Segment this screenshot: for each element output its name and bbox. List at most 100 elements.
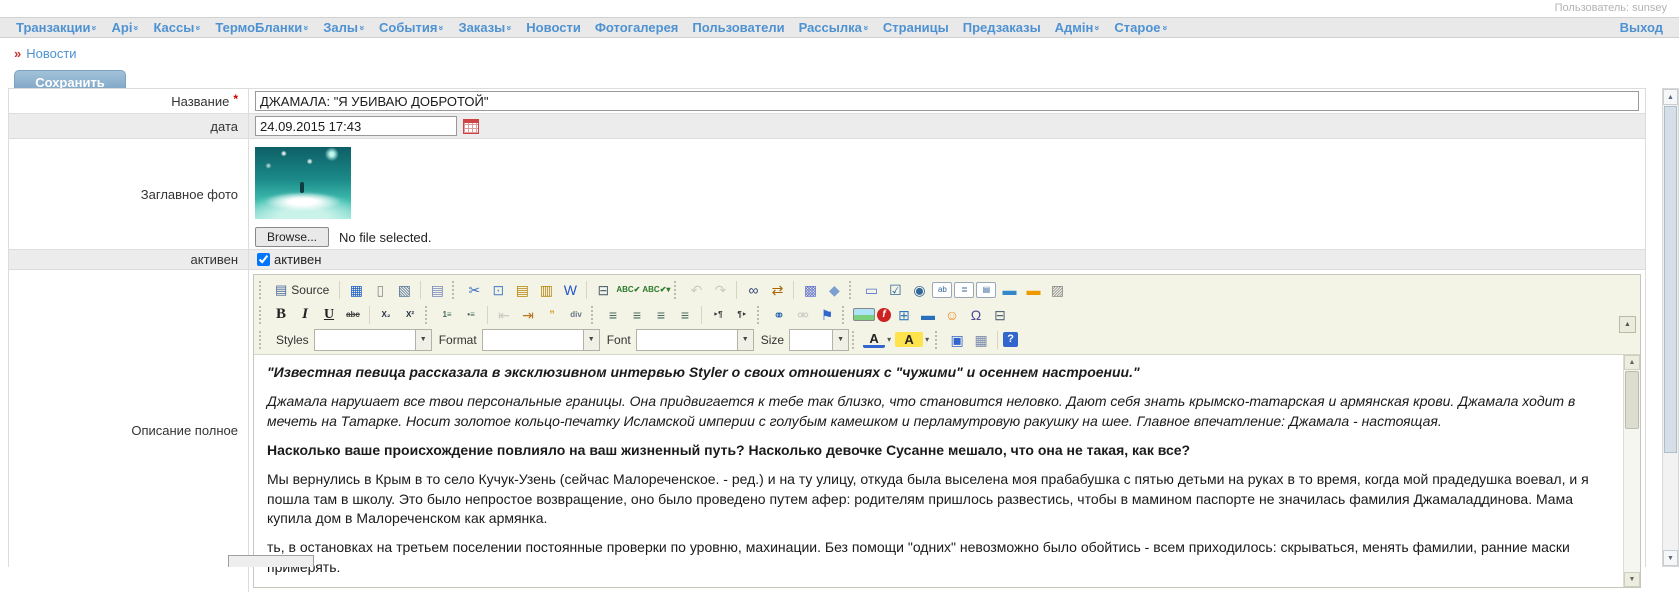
checkbox-field-button[interactable]: ☑ — [884, 280, 906, 300]
toolbar-grip — [259, 330, 264, 349]
align-right-button[interactable]: ≡ — [650, 305, 672, 325]
replace-button[interactable]: ⇄ — [766, 280, 788, 300]
subscript-button[interactable]: X₂ — [375, 305, 397, 325]
cut-button[interactable]: ✂ — [463, 280, 485, 300]
nav-item[interactable]: Новости — [526, 20, 581, 35]
source-button[interactable]: ▤ Source — [270, 279, 334, 301]
date-label: дата — [9, 114, 249, 138]
page-scroll-up-icon[interactable]: ▲ — [1663, 89, 1678, 105]
bold-button[interactable]: B — [270, 305, 292, 325]
spell-check-button[interactable]: ABC✔ — [616, 280, 640, 300]
breadcrumb-news-link[interactable]: Новости — [26, 46, 76, 61]
page-scrollbar-thumb[interactable] — [1664, 106, 1677, 453]
print-button[interactable]: ⊟ — [592, 280, 614, 300]
smiley-button[interactable]: ☺ — [941, 305, 963, 325]
strike-through-button[interactable]: abc — [342, 305, 364, 325]
textarea-field-button[interactable]: ≣ — [954, 281, 975, 298]
nav-item[interactable]: Залы» — [323, 20, 367, 35]
italic-button[interactable]: I — [294, 305, 316, 325]
editor-content-area[interactable]: "Известная певица рассказала в эксклюзив… — [254, 355, 1640, 587]
spell-check-as-you-type-button[interactable]: ABC✔▾ — [642, 280, 670, 300]
active-checkbox[interactable] — [257, 253, 270, 266]
anchor-button[interactable]: ⚑ — [816, 305, 838, 325]
editor-scrollbar-thumb[interactable] — [1625, 371, 1639, 429]
editor-scrollbar[interactable]: ▲ ▼ — [1623, 355, 1640, 587]
calendar-icon[interactable] — [463, 118, 479, 134]
nav-item[interactable]: Транзакции» — [16, 20, 100, 35]
nav-item[interactable]: Старое» — [1114, 20, 1170, 35]
background-color-button[interactable]: A — [895, 332, 924, 347]
button-field-button[interactable]: ▬ — [998, 280, 1020, 300]
copy-button[interactable]: ⊡ — [487, 280, 509, 300]
chevron-down-icon[interactable]: ▾ — [925, 335, 929, 344]
form-button[interactable]: ▭ — [860, 280, 882, 300]
maximize-button[interactable]: ▣ — [946, 330, 968, 350]
numbered-list-button[interactable]: 1≡ — [436, 305, 458, 325]
scroll-up-icon[interactable]: ▲ — [1624, 355, 1640, 370]
about-button[interactable]: ? — [1003, 332, 1019, 347]
page-break-button[interactable]: ⊟ — [989, 305, 1011, 325]
bulleted-list-button[interactable]: •≡ — [460, 305, 482, 325]
justify-button[interactable]: ≡ — [674, 305, 696, 325]
chevron-down-icon[interactable]: ▾ — [887, 335, 891, 344]
radio-button-button[interactable]: ◉ — [908, 280, 930, 300]
image-button[interactable] — [853, 308, 875, 321]
nav-item[interactable]: Api» — [112, 20, 142, 35]
new-page-button[interactable]: ▯ — [369, 280, 391, 300]
flash-button[interactable]: f — [877, 307, 891, 322]
date-input[interactable] — [255, 116, 457, 136]
save-button[interactable]: ▦ — [345, 280, 367, 300]
toolbar-collapse-button[interactable]: ▲ — [1619, 316, 1636, 333]
horizontal-line-button[interactable]: ▬ — [917, 305, 939, 325]
nav-item[interactable]: События» — [379, 20, 447, 35]
nav-item[interactable]: Рассылка» — [799, 20, 872, 35]
special-character-button[interactable]: Ω — [965, 305, 987, 325]
nav-item[interactable]: Заказы» — [458, 20, 514, 35]
align-center-button[interactable]: ≡ — [626, 305, 648, 325]
toolbar-grip — [259, 280, 264, 299]
page-scroll-down-icon[interactable]: ▼ — [1663, 550, 1678, 566]
show-blocks-button[interactable]: ▦ — [970, 330, 992, 350]
div-container-button[interactable]: div — [565, 305, 587, 325]
nav-item[interactable]: Страницы — [883, 20, 949, 35]
browse-button[interactable]: Browse... — [255, 227, 330, 247]
undo-button: ↶ — [690, 281, 703, 298]
find-button[interactable]: ∞ — [742, 280, 764, 300]
selection-field-button[interactable]: ▤ — [976, 281, 997, 298]
remove-format-button[interactable]: ◆ — [823, 280, 845, 300]
text-direction-rtl-button[interactable]: ¶‣ — [731, 305, 753, 325]
select-all-button[interactable]: ▩ — [799, 280, 821, 300]
font-dropdown[interactable]: ▼ — [635, 328, 754, 351]
text-direction-ltr-button[interactable]: ‣¶ — [707, 305, 729, 325]
paste-button[interactable]: ▤ — [511, 280, 533, 300]
hidden-field-button[interactable]: ▨ — [1046, 280, 1068, 300]
table-button[interactable]: ⊞ — [893, 305, 915, 325]
image-button-button[interactable]: ▬ — [1022, 280, 1044, 300]
align-left-button[interactable]: ≡ — [602, 305, 624, 325]
styles-dropdown[interactable]: ▼ — [313, 328, 432, 351]
nav-item[interactable]: Фотогалерея — [595, 20, 679, 35]
format-dropdown[interactable]: ▼ — [481, 328, 600, 351]
size-dropdown[interactable]: ▼ — [789, 328, 850, 351]
paste-from-word-button[interactable]: W — [559, 280, 581, 300]
increase-indent-button[interactable]: ⇥ — [517, 305, 539, 325]
logout-link[interactable]: Выход — [1620, 20, 1663, 35]
nav-item[interactable]: Пользователи — [692, 20, 784, 35]
text-field-button[interactable]: ab — [932, 281, 953, 298]
paste-as-text-button[interactable]: ▥ — [535, 280, 557, 300]
nav-item[interactable]: Кассы» — [153, 20, 203, 35]
nav-item[interactable]: ТермоБланки» — [215, 20, 311, 35]
blockquote-button[interactable]: ” — [541, 305, 563, 325]
title-input[interactable] — [255, 91, 1639, 111]
date-label-text: дата — [210, 118, 238, 134]
text-color-button[interactable]: A — [863, 331, 886, 348]
scroll-down-icon[interactable]: ▼ — [1624, 571, 1640, 587]
templates-button[interactable]: ▤ — [426, 280, 448, 300]
page-scrollbar[interactable]: ▲ ▼ — [1662, 88, 1679, 567]
nav-item[interactable]: Предзаказы — [963, 20, 1041, 35]
superscript-button[interactable]: X² — [399, 305, 421, 325]
underline-button[interactable]: U — [318, 305, 340, 325]
preview-button[interactable]: ▧ — [393, 280, 415, 300]
link-button[interactable]: ⚭ — [768, 305, 790, 325]
nav-item[interactable]: Адмін» — [1055, 20, 1103, 35]
